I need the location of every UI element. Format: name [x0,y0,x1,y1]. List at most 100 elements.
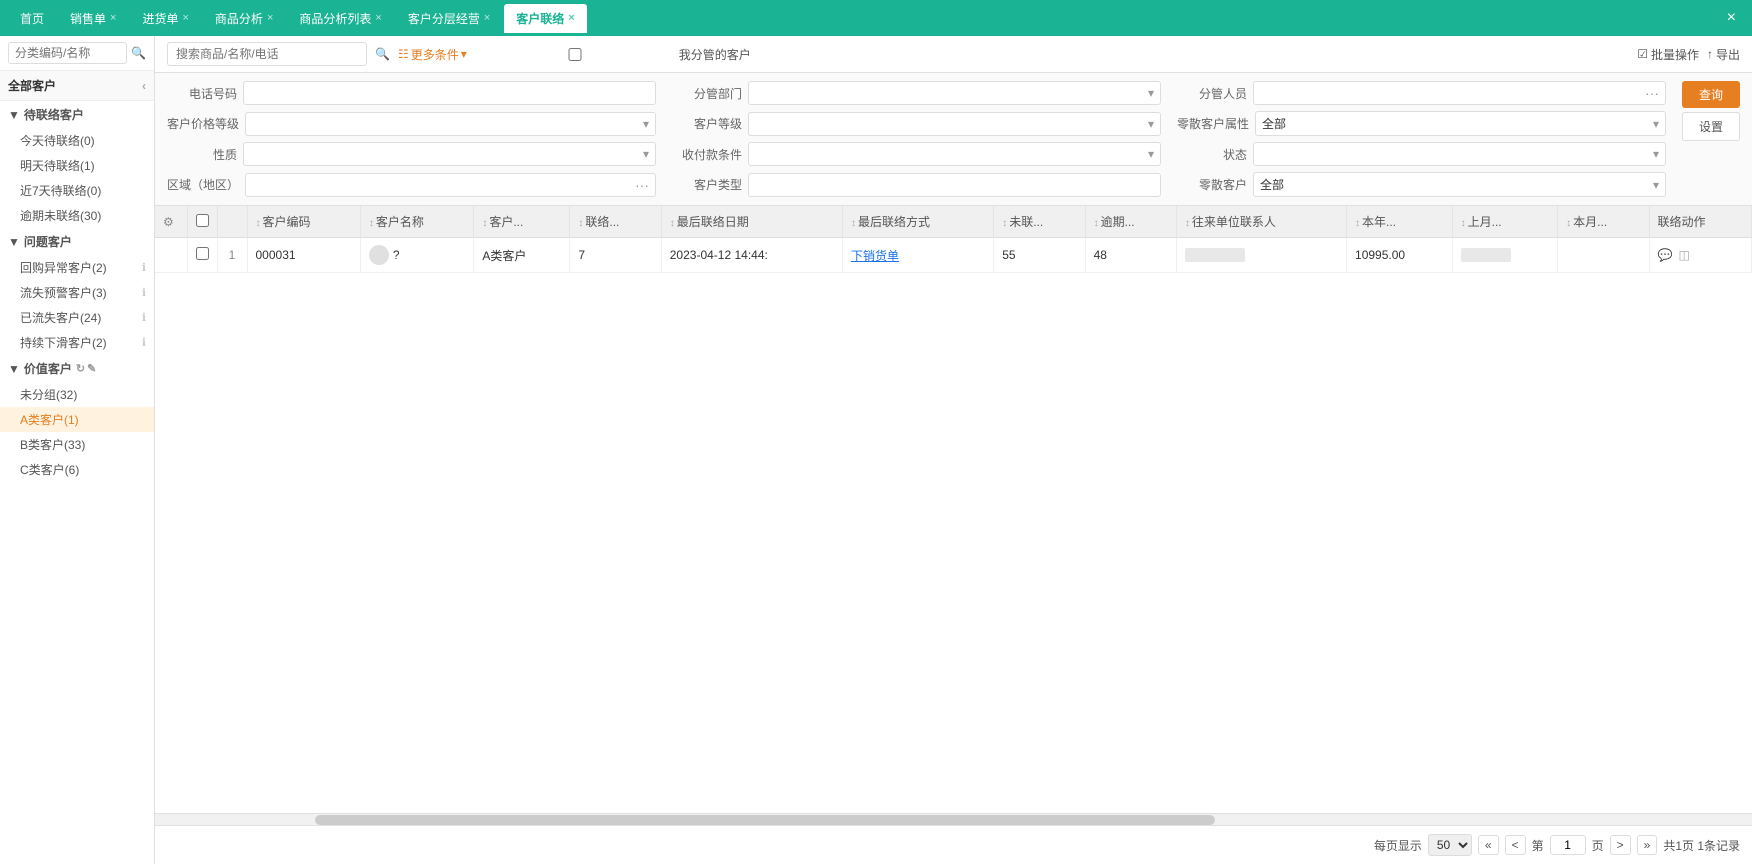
filter-select-manager[interactable]: ··· [1253,81,1666,105]
filter-input-phone[interactable] [243,81,656,105]
col-lastmethod-header[interactable]: ↕最后联络方式 [843,206,994,238]
close-product-analysis-list-tab[interactable]: × [375,12,381,24]
close-customer-contact-tab[interactable]: × [568,12,574,24]
nav-product-analysis[interactable]: 商品分析 × [203,4,285,33]
close-product-analysis-tab[interactable]: × [267,12,273,24]
cell-contact: 7 [570,238,661,273]
sidebar-item-7days[interactable]: 近7天待联络(0) [0,178,154,203]
search-button[interactable]: 🔍 [375,47,390,61]
page-number-input[interactable] [1550,835,1586,855]
sidebar-item-overdue[interactable]: 逾期未联络(30) [0,203,154,228]
sort-lastmethod-icon: ↕ [851,218,856,229]
filter-select-price-grade[interactable]: ▾ [245,112,656,136]
more-conditions-button[interactable]: ☷ 更多条件 ▾ [398,46,467,63]
select-all-checkbox[interactable] [196,214,209,227]
group-value-customers[interactable]: ▼ 价值客户 ↻ ✎ [0,355,154,382]
group-pending-contact[interactable]: ▼ 待联络客户 [0,101,154,128]
first-page-button[interactable]: « [1478,835,1499,855]
col-contact2-header[interactable]: ↕往来单位联系人 [1176,206,1346,238]
sidebar-item-repurchase-anomaly[interactable]: 回购异常客户(2) ℹ [0,255,154,280]
nav-purchase[interactable]: 进货单 × [130,4,200,33]
filter-select-retail[interactable]: 全部 ▾ [1253,172,1666,197]
chat-icon[interactable]: 💬 [1658,248,1673,262]
sidebar-item-a-class[interactable]: A类客户(1) [0,407,154,432]
horizontal-scrollbar[interactable] [155,813,1752,825]
last-page-button[interactable]: » [1637,835,1658,855]
nav-sales[interactable]: 销售单 × [58,4,128,33]
my-customers-check[interactable] [475,48,675,61]
refresh-icon[interactable]: ↻ [76,362,85,375]
sort-name-icon: ↕ [369,218,374,229]
last-method-link[interactable]: 下销货单 [851,249,899,263]
my-customers-checkbox[interactable]: 我分管的客户 [475,46,751,63]
col-thisyear-header[interactable]: ↕本年... [1347,206,1453,238]
group-problem-customers[interactable]: ▼ 问题客户 [0,228,154,255]
sidebar-item-tomorrow[interactable]: 明天待联络(1) [0,153,154,178]
top-navigation: 首页 销售单 × 进货单 × 商品分析 × 商品分析列表 × 客户分层经营 × … [0,0,1752,36]
filter-select-region[interactable]: ··· [245,173,656,197]
nav-customer-tier[interactable]: 客户分层经营 × [396,4,502,33]
filter-input-customer-type[interactable] [748,173,1161,197]
edit-icon[interactable]: ✎ [87,362,96,375]
col-contact-header[interactable]: ↕联络... [570,206,661,238]
close-customer-tier-tab[interactable]: × [484,12,490,24]
col-uncontacted-header[interactable]: ↕未联... [994,206,1085,238]
next-page-button[interactable]: > [1610,835,1631,855]
col-thismonth-header[interactable]: ↕本月... [1558,206,1649,238]
col-lastdate-header[interactable]: ↕最后联络日期 [661,206,842,238]
page-size-label: 每页显示 [1374,837,1422,854]
cell-rownum: 1 [217,238,247,273]
nav-home[interactable]: 首页 [8,4,56,33]
filter-select-retail-attr[interactable]: 全部 ▾ [1255,111,1666,136]
export-button[interactable]: ↑ 导出 [1707,46,1740,63]
set-button[interactable]: 设置 [1682,112,1740,141]
col-settings-header[interactable]: ⚙ [155,206,187,238]
sidebar-item-c-class[interactable]: C类客户(6) [0,457,154,482]
all-customers-header[interactable]: 全部客户 ‹ [0,71,154,101]
close-all-tabs[interactable]: × [1719,5,1744,31]
col-type-header[interactable]: ↕客户... [474,206,570,238]
sidebar-search-icon[interactable]: 🔍 [131,46,146,60]
filter-bar-right: ☑ 批量操作 ↑ 导出 [1637,46,1740,63]
sort-thismonth-icon: ↕ [1566,218,1571,229]
prev-page-button[interactable]: < [1505,835,1526,855]
sidebar-item-b-class[interactable]: B类客户(33) [0,432,154,457]
query-button[interactable]: 查询 [1682,81,1740,108]
sidebar-item-ungrouped[interactable]: 未分组(32) [0,382,154,407]
collapse-sidebar-icon[interactable]: ‹ [142,79,146,93]
nav-product-analysis-list[interactable]: 商品分析列表 × [287,4,393,33]
sort-lastmonth-icon: ↕ [1461,218,1466,229]
settings-icon[interactable]: ⚙ [163,215,174,229]
col-checkbox-header[interactable] [187,206,217,238]
filter-select-nature[interactable]: ▾ [243,142,656,166]
chevron-status-icon: ▾ [1653,147,1659,161]
sidebar-item-churn-warning[interactable]: 流失预警客户(3) ℹ [0,280,154,305]
close-sales-tab[interactable]: × [110,12,116,24]
search-input[interactable] [167,42,367,66]
col-lastmonth-header[interactable]: ↕上月... [1452,206,1558,238]
qr-icon[interactable]: ◫ [1678,248,1689,262]
cell-lastmethod[interactable]: 下销货单 [843,238,994,273]
filter-select-status[interactable]: ▾ [1253,142,1666,166]
scrollbar-thumb[interactable] [315,815,1215,825]
filter-select-dept[interactable]: ▾ [748,81,1161,105]
sidebar-item-declining[interactable]: 持续下滑客户(2) ℹ [0,330,154,355]
filter-label-customer-grade: 客户等级 [672,115,742,132]
sidebar-item-churned[interactable]: 已流失客户(24) ℹ [0,305,154,330]
page-size-select[interactable]: 50 [1428,834,1472,856]
col-name-header[interactable]: ↕客户名称 [360,206,473,238]
filter-cell-retail-attr: 零散客户属性 全部 ▾ [1177,111,1666,136]
cell-checkbox[interactable] [187,238,217,273]
close-purchase-tab[interactable]: × [182,12,188,24]
nav-customer-contact[interactable]: 客户联络 × [504,4,586,33]
col-overdue-header[interactable]: ↕逾期... [1085,206,1176,238]
batch-operation-button[interactable]: ☑ 批量操作 [1637,46,1699,63]
sidebar-search-input[interactable] [8,42,127,64]
sidebar-item-today[interactable]: 今天待联络(0) [0,128,154,153]
info-icon3: ℹ [142,311,146,324]
filter-select-payment[interactable]: ▾ [748,142,1161,166]
filter-select-customer-grade[interactable]: ▾ [748,112,1161,136]
filter-cell-status: 状态 ▾ [1177,142,1666,166]
row-checkbox[interactable] [196,247,209,260]
col-code-header[interactable]: ↕客户编码 [247,206,360,238]
